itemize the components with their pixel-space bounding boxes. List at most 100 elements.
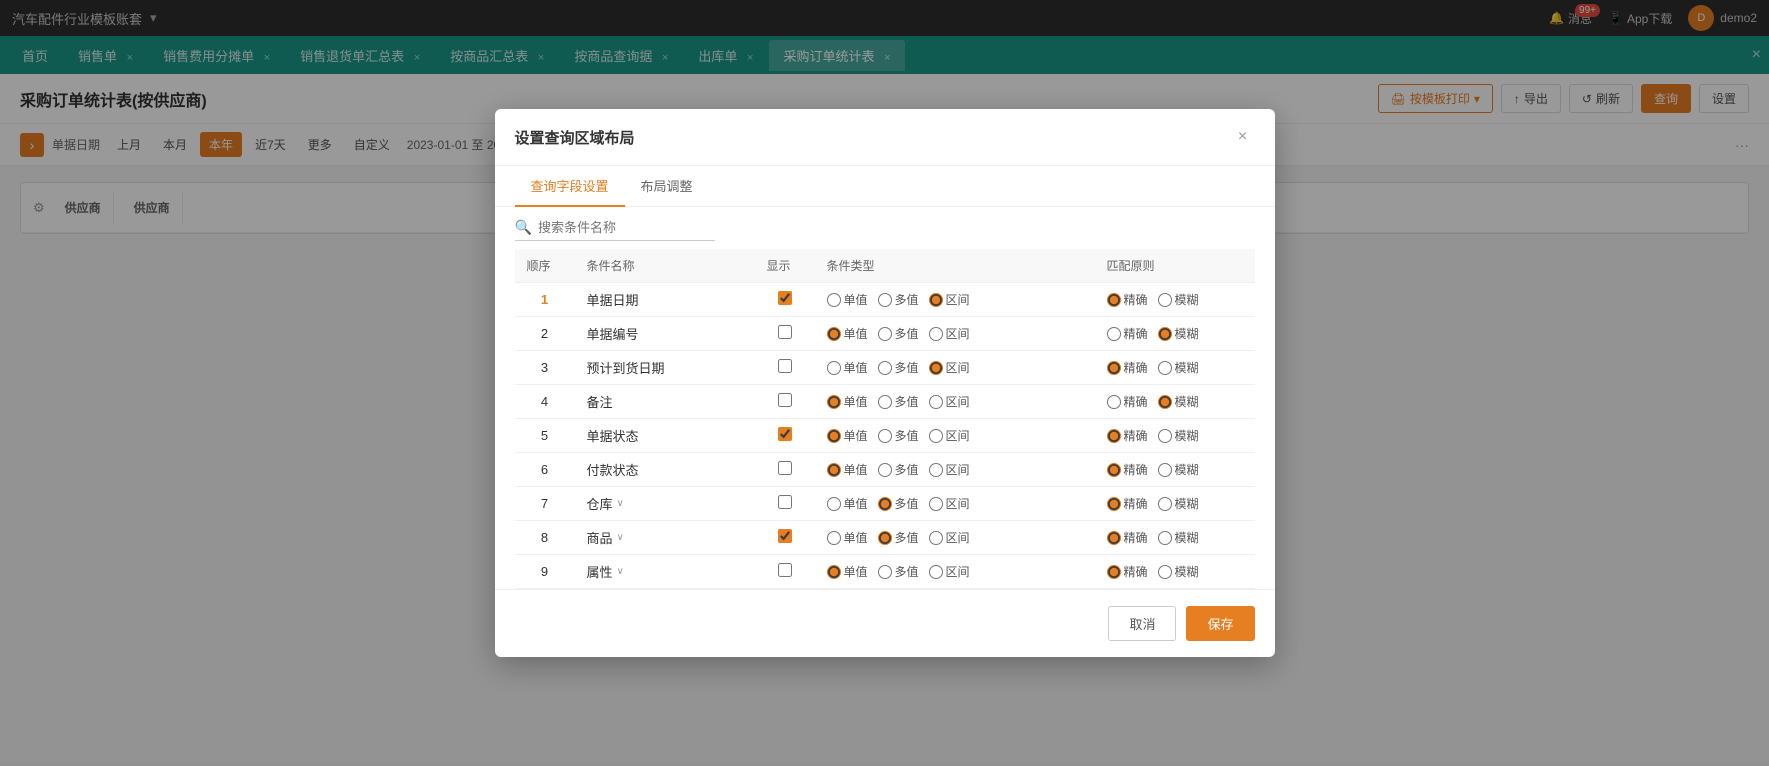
type-radio-多值[interactable] [878, 395, 892, 409]
cancel-button[interactable]: 取消 [1108, 606, 1176, 641]
match-option-精确[interactable]: 精确 [1107, 529, 1148, 546]
match-option-模糊[interactable]: 模糊 [1158, 563, 1199, 580]
dialog-close-button[interactable]: × [1231, 125, 1255, 149]
search-input[interactable] [538, 220, 698, 235]
type-radio-区间[interactable] [929, 565, 943, 579]
show-checkbox[interactable] [778, 359, 792, 373]
show-checkbox[interactable] [778, 529, 792, 543]
type-radio-多值[interactable] [878, 429, 892, 443]
show-checkbox[interactable] [778, 291, 792, 305]
type-option-单值[interactable]: 单值 [827, 325, 868, 342]
match-option-精确[interactable]: 精确 [1107, 325, 1148, 342]
type-radio-区间[interactable] [929, 531, 943, 545]
type-option-单值[interactable]: 单值 [827, 393, 868, 410]
match-option-模糊[interactable]: 模糊 [1158, 325, 1199, 342]
match-radio-模糊[interactable] [1158, 293, 1172, 307]
type-option-多值[interactable]: 多值 [878, 427, 919, 444]
type-radio-单值[interactable] [827, 463, 841, 477]
type-option-单值[interactable]: 单值 [827, 495, 868, 512]
show-checkbox[interactable] [778, 563, 792, 577]
type-radio-区间[interactable] [929, 463, 943, 477]
type-option-单值[interactable]: 单值 [827, 291, 868, 308]
match-radio-模糊[interactable] [1158, 565, 1172, 579]
match-option-精确[interactable]: 精确 [1107, 563, 1148, 580]
type-option-多值[interactable]: 多值 [878, 359, 919, 376]
type-option-多值[interactable]: 多值 [878, 291, 919, 308]
match-radio-精确[interactable] [1107, 361, 1121, 375]
match-option-精确[interactable]: 精确 [1107, 291, 1148, 308]
type-option-区间[interactable]: 区间 [929, 461, 970, 478]
type-radio-区间[interactable] [929, 361, 943, 375]
type-option-区间[interactable]: 区间 [929, 291, 970, 308]
type-option-区间[interactable]: 区间 [929, 359, 970, 376]
match-option-模糊[interactable]: 模糊 [1158, 291, 1199, 308]
type-option-多值[interactable]: 多值 [878, 529, 919, 546]
type-radio-单值[interactable] [827, 531, 841, 545]
match-radio-精确[interactable] [1107, 497, 1121, 511]
type-option-区间[interactable]: 区间 [929, 563, 970, 580]
type-option-单值[interactable]: 单值 [827, 461, 868, 478]
match-option-模糊[interactable]: 模糊 [1158, 359, 1199, 376]
type-option-单值[interactable]: 单值 [827, 563, 868, 580]
match-radio-模糊[interactable] [1158, 531, 1172, 545]
match-option-模糊[interactable]: 模糊 [1158, 495, 1199, 512]
save-button[interactable]: 保存 [1186, 606, 1254, 641]
match-radio-模糊[interactable] [1158, 497, 1172, 511]
tab-layout[interactable]: 布局调整 [625, 166, 709, 207]
type-option-多值[interactable]: 多值 [878, 393, 919, 410]
type-option-多值[interactable]: 多值 [878, 563, 919, 580]
match-radio-精确[interactable] [1107, 395, 1121, 409]
match-option-模糊[interactable]: 模糊 [1158, 393, 1199, 410]
match-radio-模糊[interactable] [1158, 395, 1172, 409]
type-option-单值[interactable]: 单值 [827, 529, 868, 546]
type-option-多值[interactable]: 多值 [878, 495, 919, 512]
show-checkbox[interactable] [778, 461, 792, 475]
type-radio-单值[interactable] [827, 497, 841, 511]
show-checkbox[interactable] [778, 427, 792, 441]
match-option-精确[interactable]: 精确 [1107, 495, 1148, 512]
tab-query-fields[interactable]: 查询字段设置 [515, 166, 625, 207]
type-radio-多值[interactable] [878, 565, 892, 579]
match-radio-精确[interactable] [1107, 293, 1121, 307]
match-radio-精确[interactable] [1107, 327, 1121, 341]
match-option-模糊[interactable]: 模糊 [1158, 427, 1199, 444]
type-option-区间[interactable]: 区间 [929, 427, 970, 444]
type-option-单值[interactable]: 单值 [827, 359, 868, 376]
match-radio-精确[interactable] [1107, 531, 1121, 545]
type-radio-单值[interactable] [827, 429, 841, 443]
type-radio-多值[interactable] [878, 531, 892, 545]
type-radio-区间[interactable] [929, 327, 943, 341]
show-checkbox[interactable] [778, 393, 792, 407]
match-option-精确[interactable]: 精确 [1107, 427, 1148, 444]
type-radio-多值[interactable] [878, 497, 892, 511]
match-option-精确[interactable]: 精确 [1107, 393, 1148, 410]
match-radio-精确[interactable] [1107, 463, 1121, 477]
match-option-模糊[interactable]: 模糊 [1158, 529, 1199, 546]
type-option-区间[interactable]: 区间 [929, 495, 970, 512]
type-radio-区间[interactable] [929, 293, 943, 307]
type-radio-多值[interactable] [878, 463, 892, 477]
type-option-多值[interactable]: 多值 [878, 461, 919, 478]
type-radio-区间[interactable] [929, 395, 943, 409]
type-radio-多值[interactable] [878, 293, 892, 307]
match-radio-精确[interactable] [1107, 565, 1121, 579]
match-radio-精确[interactable] [1107, 429, 1121, 443]
type-radio-多值[interactable] [878, 327, 892, 341]
type-radio-单值[interactable] [827, 565, 841, 579]
type-radio-单值[interactable] [827, 395, 841, 409]
match-radio-模糊[interactable] [1158, 429, 1172, 443]
match-option-模糊[interactable]: 模糊 [1158, 461, 1199, 478]
type-option-区间[interactable]: 区间 [929, 393, 970, 410]
type-option-区间[interactable]: 区间 [929, 529, 970, 546]
type-option-区间[interactable]: 区间 [929, 325, 970, 342]
show-checkbox[interactable] [778, 495, 792, 509]
show-checkbox[interactable] [778, 325, 792, 339]
match-radio-模糊[interactable] [1158, 361, 1172, 375]
match-option-精确[interactable]: 精确 [1107, 461, 1148, 478]
type-radio-单值[interactable] [827, 293, 841, 307]
type-radio-多值[interactable] [878, 361, 892, 375]
match-option-精确[interactable]: 精确 [1107, 359, 1148, 376]
match-radio-模糊[interactable] [1158, 463, 1172, 477]
match-radio-模糊[interactable] [1158, 327, 1172, 341]
type-option-多值[interactable]: 多值 [878, 325, 919, 342]
